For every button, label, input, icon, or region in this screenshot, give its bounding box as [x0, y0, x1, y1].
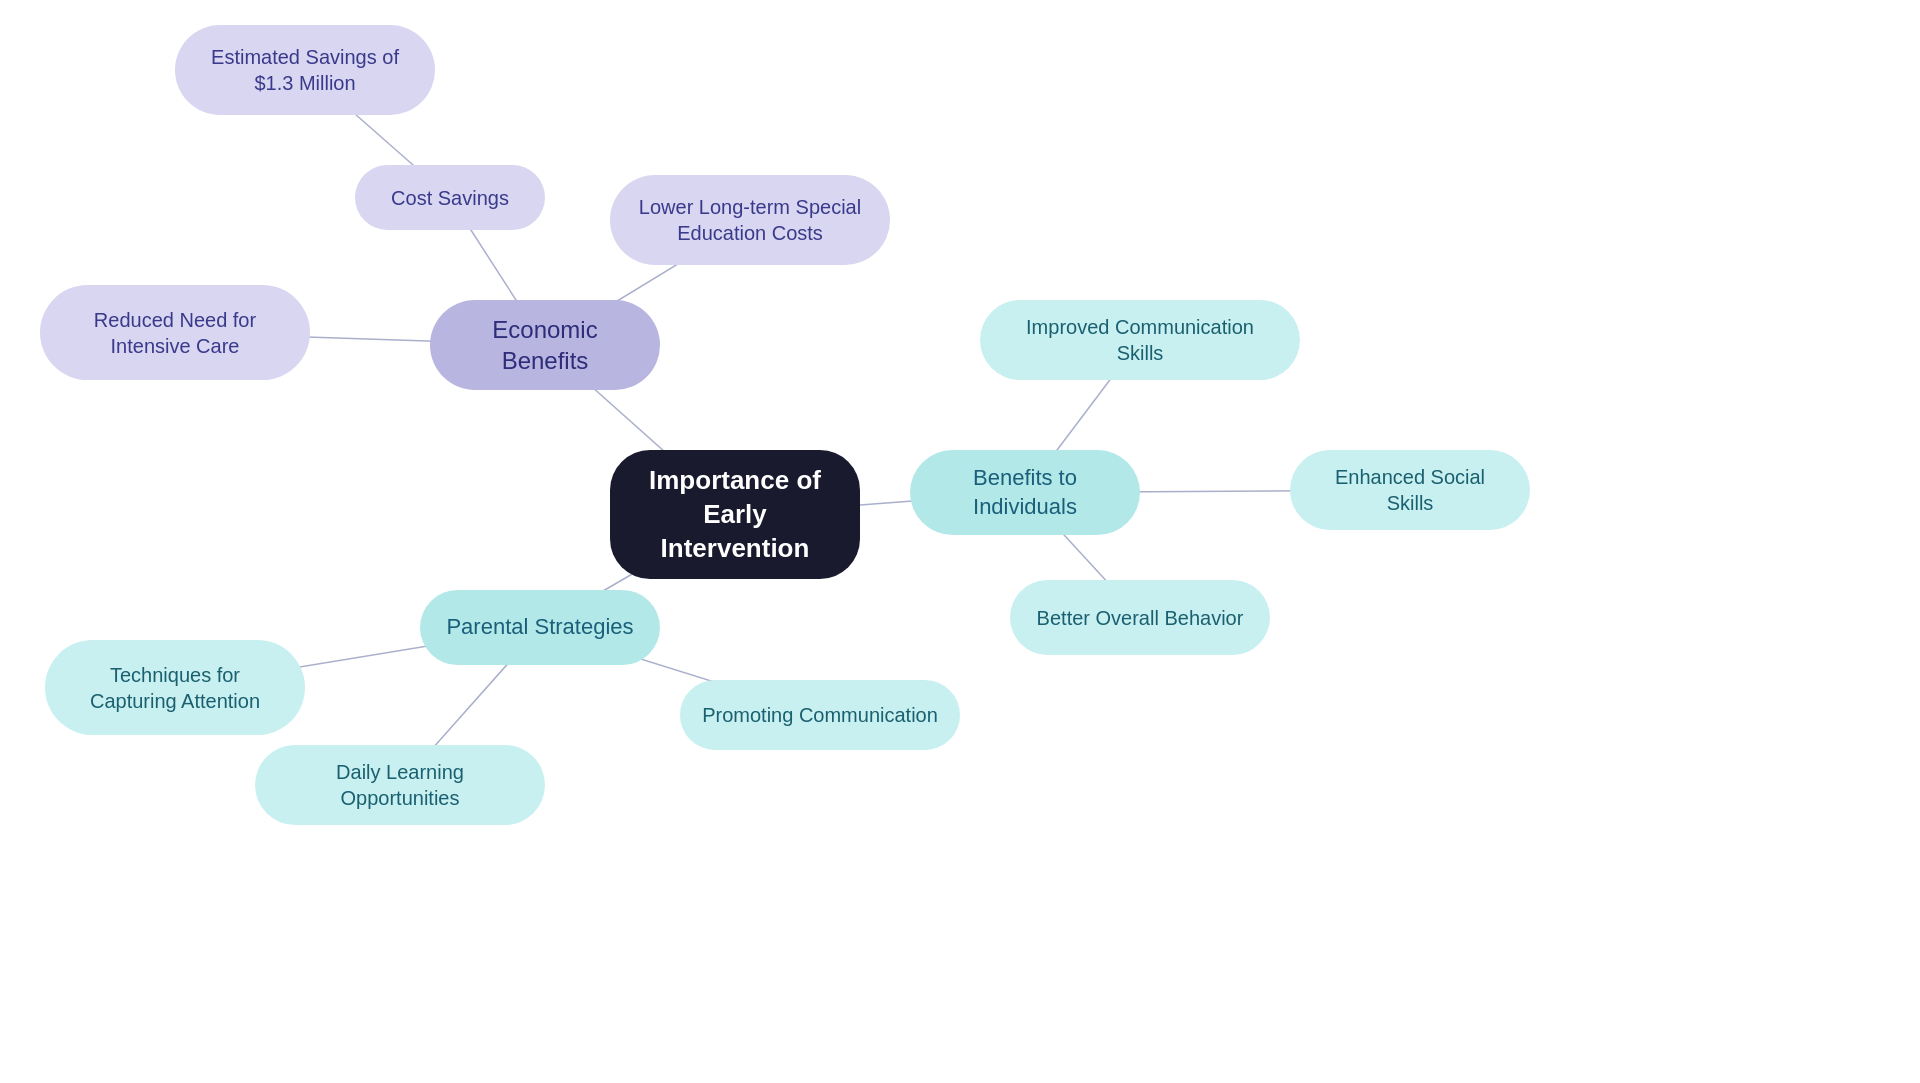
reduced-need-node: Reduced Need for Intensive Care — [40, 285, 310, 380]
parental-strategies-node: Parental Strategies — [420, 590, 660, 665]
improved-comm-node: Improved Communication Skills — [980, 300, 1300, 380]
benefits-individuals-node: Benefits to Individuals — [910, 450, 1140, 535]
promoting-comm-node: Promoting Communication — [680, 680, 960, 750]
cost-savings-node: Cost Savings — [355, 165, 545, 230]
economic-benefits-node: Economic Benefits — [430, 300, 660, 390]
daily-learning-node: Daily Learning Opportunities — [255, 745, 545, 825]
estimated-savings-node: Estimated Savings of $1.3 Million — [175, 25, 435, 115]
techniques-node: Techniques for Capturing Attention — [45, 640, 305, 735]
lower-longterm-node: Lower Long-term Special Education Costs — [610, 175, 890, 265]
better-behavior-node: Better Overall Behavior — [1010, 580, 1270, 655]
enhanced-social-node: Enhanced Social Skills — [1290, 450, 1530, 530]
center-node: Importance of Early Intervention — [610, 450, 860, 579]
